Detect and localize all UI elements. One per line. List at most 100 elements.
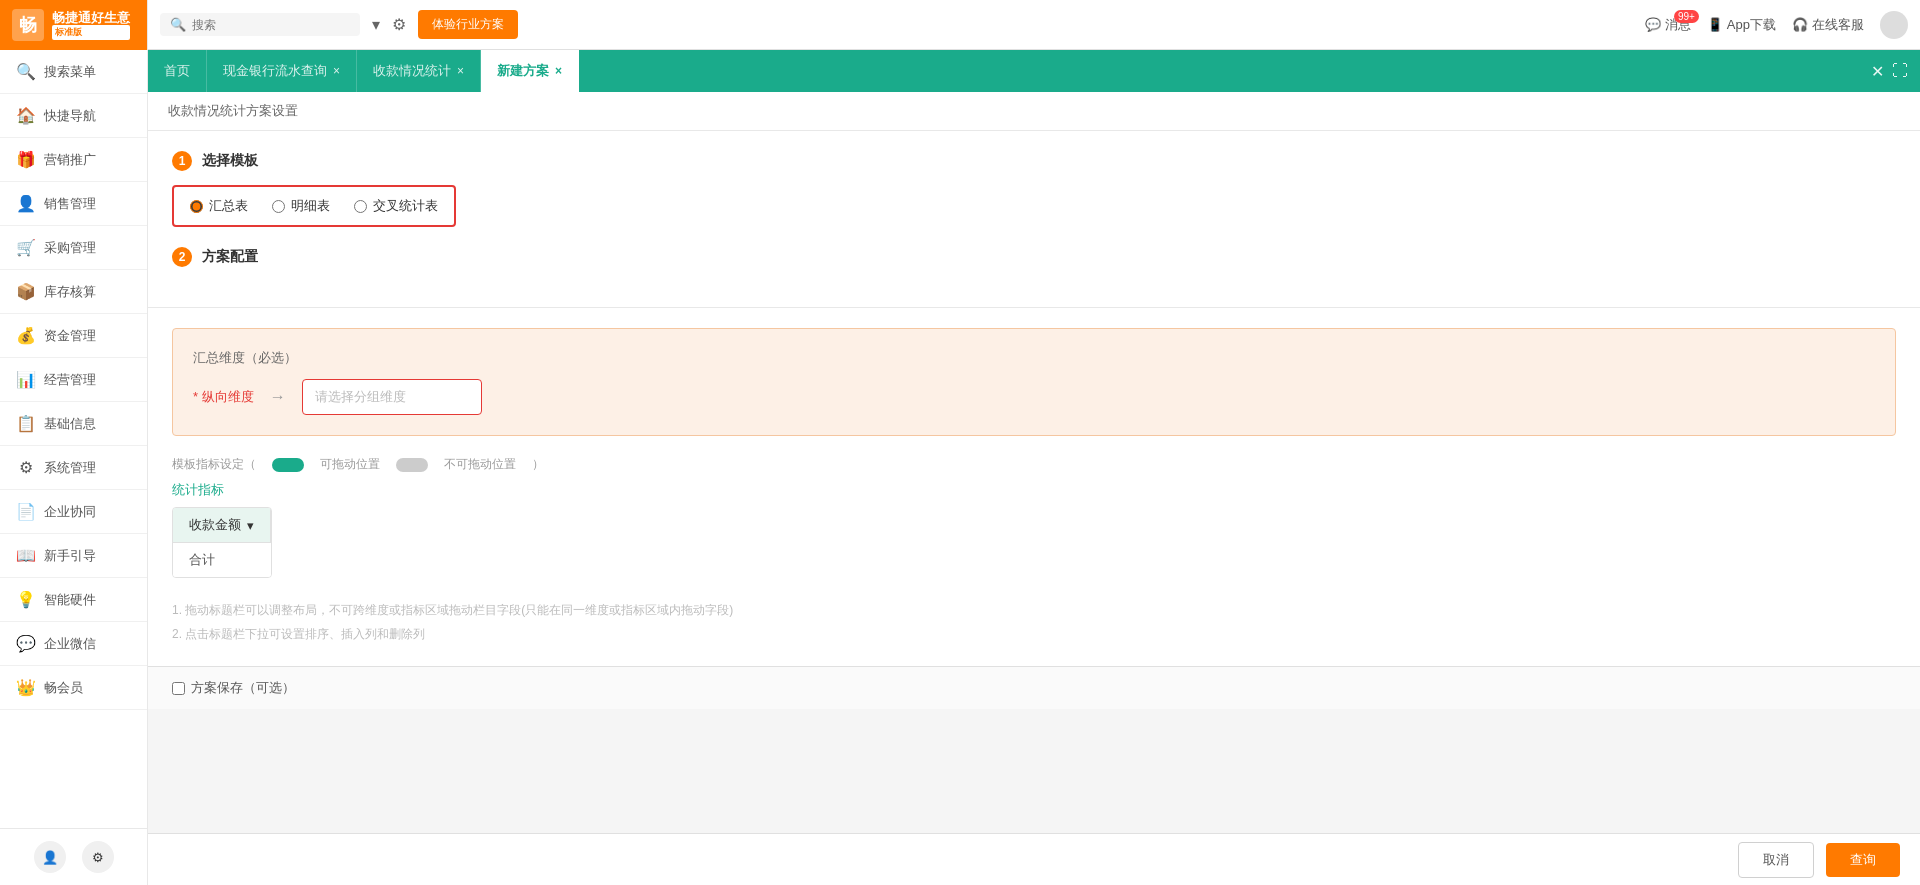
sidebar-item-search[interactable]: 🔍 搜索菜单 — [0, 50, 147, 94]
radio-mingxi-input[interactable] — [272, 200, 285, 213]
gear-icon: ⚙ — [16, 458, 36, 477]
tab-minimize-icon[interactable]: ✕ — [1871, 62, 1884, 81]
topbar: 🔍 ▾ ⚙ 体验行业方案 💬 消息 99+ 📱 App下载 🎧 在线客服 — [148, 0, 1920, 50]
sidebar-bottom-icon2[interactable]: ⚙ — [82, 841, 114, 873]
dropdown-icon[interactable]: ▾ — [372, 15, 380, 34]
content-area: 收款情况统计方案设置 1 选择模板 汇总表 — [148, 92, 1920, 833]
main-area: 🔍 ▾ ⚙ 体验行业方案 💬 消息 99+ 📱 App下载 🎧 在线客服 — [148, 0, 1920, 885]
sidebar-item-label: 企业微信 — [44, 635, 96, 653]
radio-huizong-input[interactable] — [190, 200, 203, 213]
tab-expand-icon[interactable]: ⛶ — [1892, 62, 1908, 80]
dimension-label: 汇总维度（必选） — [193, 349, 1875, 367]
step1-content: 汇总表 明细表 交叉统计表 — [172, 185, 1896, 227]
sidebar-item-label: 销售管理 — [44, 195, 96, 213]
dimension-selector[interactable]: 请选择分组维度 — [302, 379, 482, 415]
radio-huizong[interactable]: 汇总表 — [190, 197, 248, 215]
save-checkbox-label[interactable]: 方案保存（可选） — [172, 679, 295, 697]
cancel-button[interactable]: 取消 — [1738, 842, 1814, 878]
step1-title: 选择模板 — [202, 152, 258, 170]
search-icon: 🔍 — [16, 62, 36, 81]
sidebar-item-label: 快捷导航 — [44, 107, 96, 125]
sidebar-bottom: 👤 ⚙ — [0, 828, 147, 885]
dimension-row: * 纵向维度 → 请选择分组维度 — [193, 379, 1875, 415]
sidebar-item-guide[interactable]: 📖 新手引导 — [0, 534, 147, 578]
support-item[interactable]: 🎧 在线客服 — [1792, 16, 1864, 34]
list-icon: 📋 — [16, 414, 36, 433]
tab-home-label: 首页 — [164, 62, 190, 80]
sidebar-item-collab[interactable]: 📄 企业协同 — [0, 490, 147, 534]
sidebar-item-basic[interactable]: 📋 基础信息 — [0, 402, 147, 446]
tips-section: 1. 拖动标题栏可以调整布局，不可跨维度或指标区域拖动栏目字段(只能在同一维度或… — [172, 598, 1896, 646]
metrics-header-cell[interactable]: 收款金额 ▾ — [173, 508, 271, 543]
vertical-dimension-label: * 纵向维度 — [193, 388, 254, 406]
tab-home[interactable]: 首页 — [148, 50, 207, 92]
sidebar-item-member[interactable]: 👑 畅会员 — [0, 666, 147, 710]
sidebar-item-weixin[interactable]: 💬 企业微信 — [0, 622, 147, 666]
sidebar: 畅 畅捷通好生意 标准版 🔍 搜索菜单 🏠 快捷导航 🎁 营销推广 👤 销售管理… — [0, 0, 148, 885]
radio-jiaocha[interactable]: 交叉统计表 — [354, 197, 438, 215]
radio-mingxi[interactable]: 明细表 — [272, 197, 330, 215]
cart-icon: 🛒 — [16, 238, 36, 257]
sidebar-item-inventory[interactable]: 📦 库存核算 — [0, 270, 147, 314]
settings-icon[interactable]: ⚙ — [392, 15, 406, 34]
trial-button[interactable]: 体验行业方案 — [418, 10, 518, 39]
metrics-column: 收款金额 ▾ 合计 — [173, 508, 271, 577]
template-radio-group: 汇总表 明细表 交叉统计表 — [172, 185, 456, 227]
sidebar-item-label: 营销推广 — [44, 151, 96, 169]
tab-bank[interactable]: 现金银行流水查询 × — [207, 50, 357, 92]
search-icon: 🔍 — [170, 17, 186, 32]
chat-icon: 💬 — [16, 634, 36, 653]
notification-item[interactable]: 💬 消息 99+ — [1645, 16, 1691, 34]
tab-newplan[interactable]: 新建方案 × — [481, 50, 579, 92]
user-avatar[interactable] — [1880, 11, 1908, 39]
nodrag-label: 不可拖动位置 — [444, 456, 516, 473]
sidebar-item-sales[interactable]: 👤 销售管理 — [0, 182, 147, 226]
tab-bank-close[interactable]: × — [333, 64, 340, 78]
save-checkbox-text: 方案保存（可选） — [191, 679, 295, 697]
home-icon: 🏠 — [16, 106, 36, 125]
sidebar-item-label: 系统管理 — [44, 459, 96, 477]
sidebar-item-finance[interactable]: 💰 资金管理 — [0, 314, 147, 358]
sidebar-item-label: 畅会员 — [44, 679, 83, 697]
sidebar-item-quicknav[interactable]: 🏠 快捷导航 — [0, 94, 147, 138]
dimension-area: 汇总维度（必选） * 纵向维度 → 请选择分组维度 — [172, 328, 1896, 436]
form-container: 1 选择模板 汇总表 明细表 — [148, 131, 1920, 308]
step1-header: 1 选择模板 — [172, 151, 1896, 171]
dropdown-arrow-icon: ▾ — [247, 518, 254, 533]
tip1-text: 1. 拖动标题栏可以调整布局，不可跨维度或指标区域拖动栏目字段(只能在同一维度或… — [172, 598, 1896, 622]
logo-icon: 畅 — [12, 9, 44, 41]
doc-icon: 📄 — [16, 502, 36, 521]
sidebar-item-marketing[interactable]: 🎁 营销推广 — [0, 138, 147, 182]
step2-section: 2 方案配置 — [172, 247, 1896, 267]
tab-collection-close[interactable]: × — [457, 64, 464, 78]
metrics-indicator-end: ） — [532, 456, 544, 473]
step2-header: 2 方案配置 — [172, 247, 1896, 267]
search-input[interactable] — [192, 18, 332, 32]
breadcrumb: 收款情况统计方案设置 — [148, 92, 1920, 131]
sidebar-item-hardware[interactable]: 💡 智能硬件 — [0, 578, 147, 622]
tab-collection[interactable]: 收款情况统计 × — [357, 50, 481, 92]
notification-badge: 99+ — [1674, 10, 1699, 23]
radio-jiaocha-input[interactable] — [354, 200, 367, 213]
download-item[interactable]: 📱 App下载 — [1707, 16, 1776, 34]
save-checkbox-input[interactable] — [172, 682, 185, 695]
radio-huizong-label: 汇总表 — [209, 197, 248, 215]
sidebar-logo: 畅 畅捷通好生意 标准版 — [0, 0, 147, 50]
sidebar-item-label: 基础信息 — [44, 415, 96, 433]
sidebar-bottom-icon1[interactable]: 👤 — [34, 841, 66, 873]
tab-newplan-close[interactable]: × — [555, 64, 562, 78]
sidebar-item-label: 新手引导 — [44, 547, 96, 565]
metrics-title: 统计指标 — [172, 481, 1896, 499]
tab-collection-label: 收款情况统计 — [373, 62, 451, 80]
sidebar-item-purchase[interactable]: 🛒 采购管理 — [0, 226, 147, 270]
topbar-search-box[interactable]: 🔍 — [160, 13, 360, 36]
sidebar-item-label: 资金管理 — [44, 327, 96, 345]
money-icon: 💰 — [16, 326, 36, 345]
sidebar-item-operations[interactable]: 📊 经营管理 — [0, 358, 147, 402]
drag-indicator — [272, 458, 304, 472]
tip2-text: 2. 点击标题栏下拉可设置排序、插入列和删除列 — [172, 622, 1896, 646]
query-button[interactable]: 查询 — [1826, 843, 1900, 877]
radio-jiaocha-label: 交叉统计表 — [373, 197, 438, 215]
logo-text: 畅捷通好生意 — [52, 10, 130, 26]
sidebar-item-system[interactable]: ⚙ 系统管理 — [0, 446, 147, 490]
